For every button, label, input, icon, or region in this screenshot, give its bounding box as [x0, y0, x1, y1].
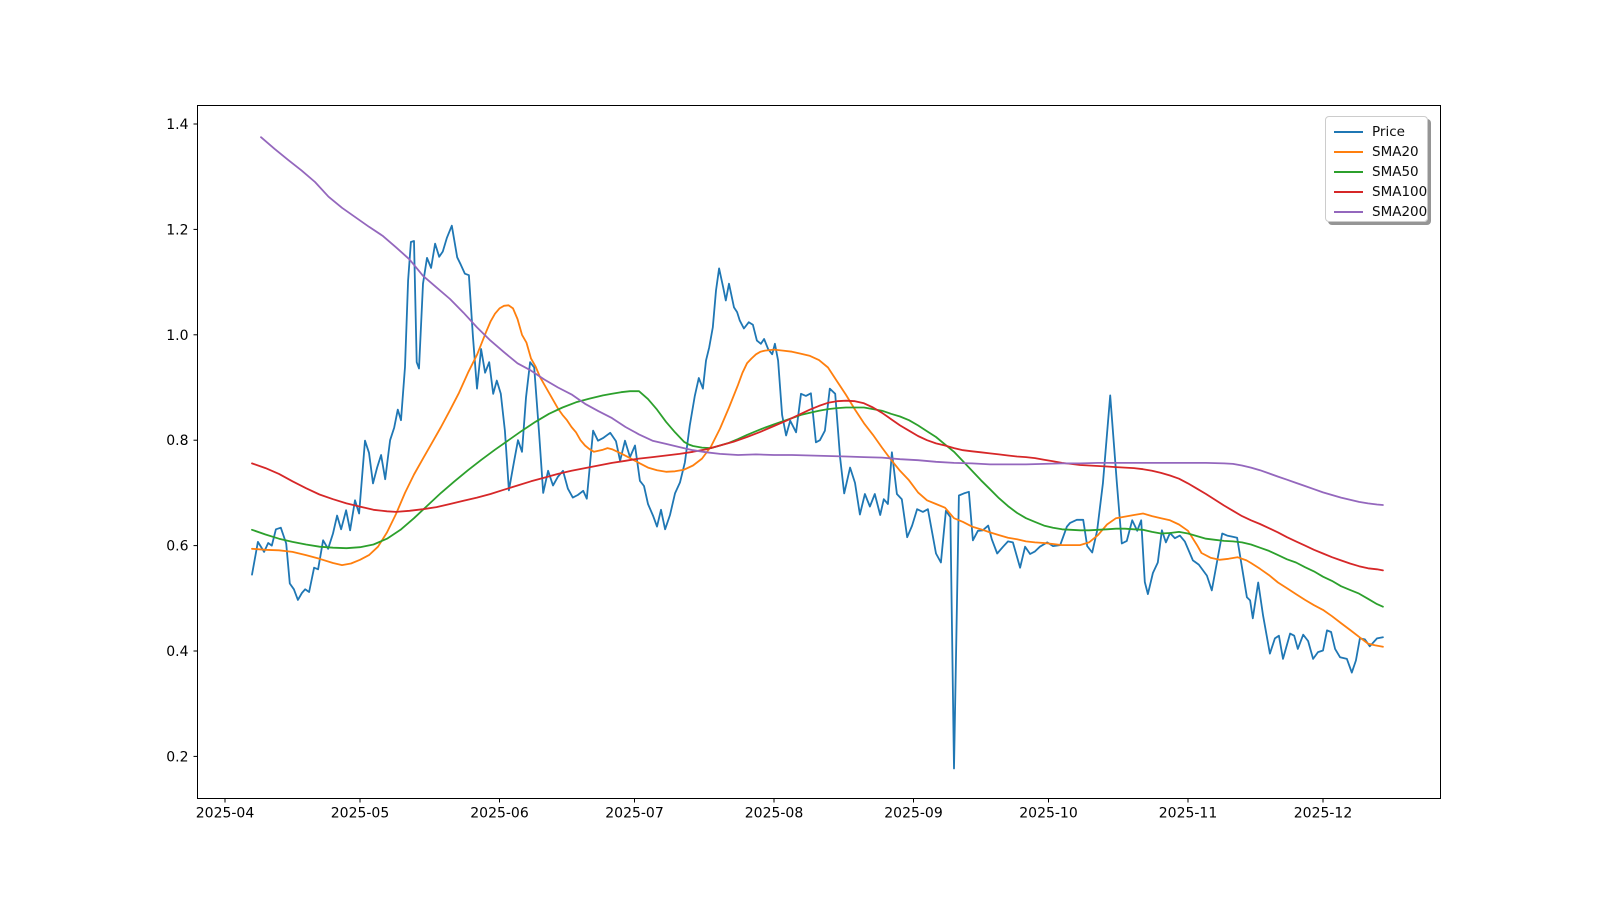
y-tick-label: 0.4: [166, 644, 188, 660]
legend-label-price: Price: [1372, 124, 1405, 140]
sma200-line-sample-icon: [1334, 211, 1363, 213]
x-tick-label: 2025-12: [1294, 806, 1353, 822]
legend-label-sma100: SMA100: [1372, 184, 1428, 200]
legend-label-sma20: SMA20: [1372, 144, 1419, 160]
y-tick-label: 0.6: [166, 539, 188, 555]
sma100-line-sample-icon: [1334, 191, 1363, 193]
x-tick-label: 2025-07: [605, 806, 664, 822]
x-tick-label: 2025-08: [745, 806, 804, 822]
price-line-sample-icon: [1334, 131, 1363, 133]
x-tick-label: 2025-11: [1159, 806, 1218, 822]
y-tick-label: 1.0: [166, 328, 188, 344]
y-tick-label: 1.2: [166, 222, 188, 238]
x-tick-label: 2025-06: [470, 806, 529, 822]
sma50-line-sample-icon: [1334, 171, 1363, 173]
legend-row-sma20: SMA20: [1334, 142, 1427, 162]
legend-row-sma200: SMA200: [1334, 202, 1427, 222]
legend-row-sma100: SMA100: [1334, 182, 1427, 202]
legend-row-sma50: SMA50: [1334, 162, 1427, 182]
legend: Price SMA20 SMA50 SMA100 SMA200: [1325, 116, 1428, 222]
x-tick-label: 2025-05: [331, 806, 390, 822]
legend-label-sma200: SMA200: [1372, 204, 1428, 220]
x-tick-label: 2025-10: [1019, 806, 1078, 822]
x-tick-label: 2025-04: [196, 806, 255, 822]
y-tick-label: 0.2: [166, 749, 188, 765]
x-tick-label: 2025-09: [884, 806, 943, 822]
sma20-line-sample-icon: [1334, 151, 1363, 153]
legend-label-sma50: SMA50: [1372, 164, 1419, 180]
y-tick-label: 0.8: [166, 433, 188, 449]
legend-row-price: Price: [1334, 122, 1427, 142]
y-tick-label: 1.4: [166, 117, 188, 133]
matplotlib-figure: 2025-04 2025-05 2025-06 2025-07 2025-08 2025-…: [0, 0, 1600, 900]
